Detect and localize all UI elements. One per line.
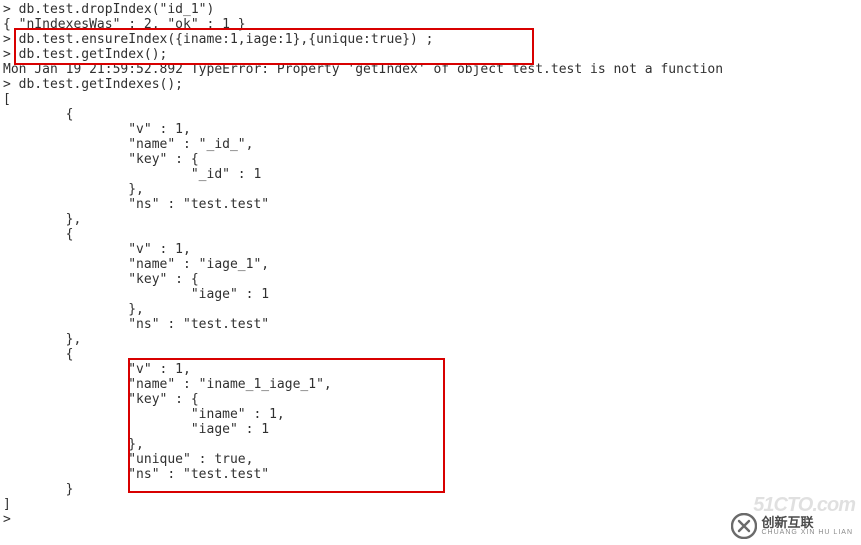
- brand-logo-icon: [731, 513, 757, 539]
- mongo-shell-output: > db.test.dropIndex("id_1") { "nIndexesW…: [0, 0, 861, 529]
- brand-en: CHUANG XIN HU LIAN: [761, 529, 853, 536]
- brand-cn: 创新互联: [761, 516, 853, 529]
- brand-logo-text: 创新互联 CHUANG XIN HU LIAN: [761, 516, 853, 536]
- brand-logo: 创新互联 CHUANG XIN HU LIAN: [731, 513, 853, 539]
